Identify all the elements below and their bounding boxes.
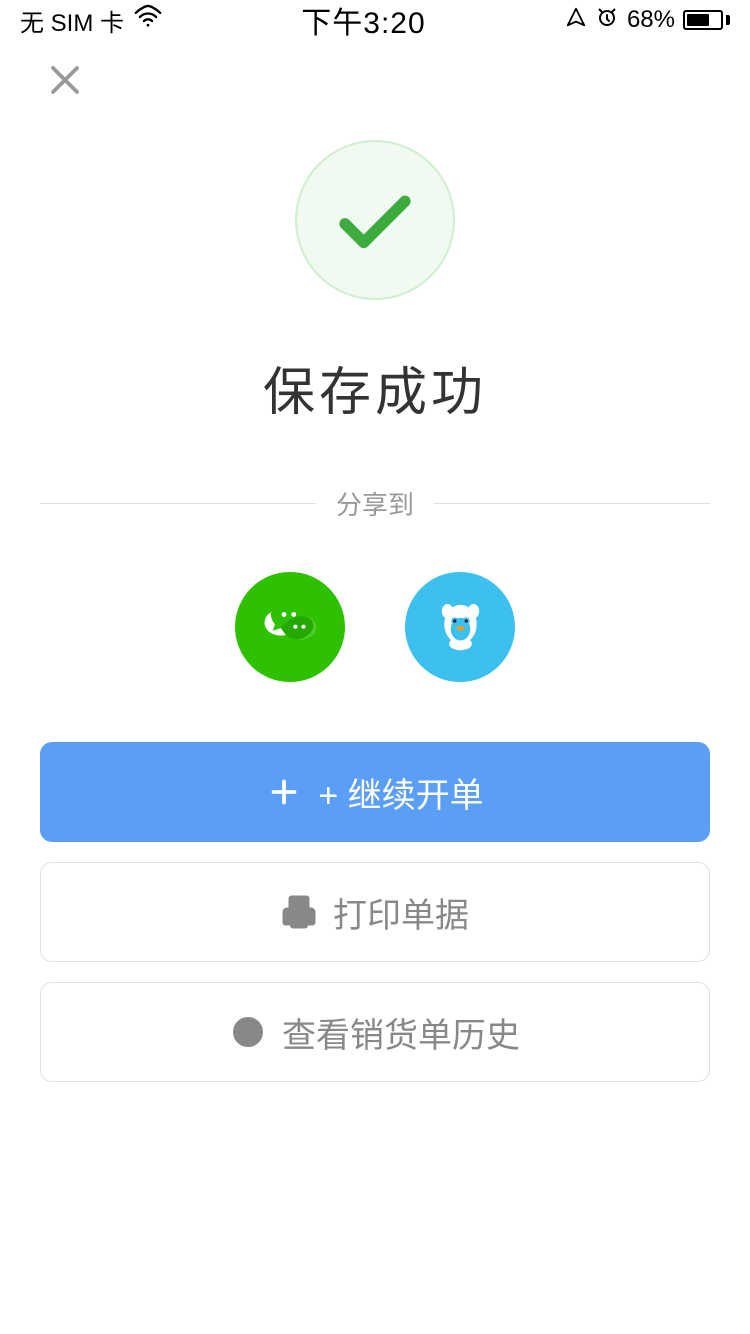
share-divider: 分享到 bbox=[40, 485, 710, 522]
battery-percentage: 68% bbox=[627, 6, 675, 34]
close-button[interactable] bbox=[40, 55, 90, 105]
history-button[interactable]: 查看销货单历史 bbox=[40, 982, 710, 1082]
divider-line-left bbox=[40, 503, 316, 504]
continue-button[interactable]: + 继续开单 bbox=[40, 742, 710, 842]
share-wechat-button[interactable] bbox=[235, 572, 345, 682]
checkmark-icon bbox=[330, 175, 420, 265]
location-icon bbox=[565, 6, 587, 35]
success-title: 保存成功 bbox=[263, 350, 487, 425]
print-label: 打印单据 bbox=[333, 888, 469, 937]
share-section: 分享到 bbox=[0, 485, 750, 682]
main-content: 保存成功 分享到 bbox=[0, 40, 750, 1082]
continue-label: + 继续开单 bbox=[318, 768, 483, 817]
history-label: 查看销货单历史 bbox=[282, 1008, 520, 1057]
print-button[interactable]: 打印单据 bbox=[40, 862, 710, 962]
printer-icon bbox=[281, 894, 317, 930]
status-left: 无 SIM 卡 bbox=[20, 3, 162, 38]
success-icon-wrapper bbox=[295, 140, 455, 300]
divider-line-right bbox=[434, 503, 710, 504]
status-bar: 无 SIM 卡 下午3:20 68% bbox=[0, 0, 750, 40]
plus-icon bbox=[266, 774, 302, 810]
history-icon bbox=[230, 1014, 266, 1050]
alarm-icon bbox=[595, 5, 619, 36]
share-qq-button[interactable] bbox=[405, 572, 515, 682]
share-buttons bbox=[40, 572, 710, 682]
share-label: 分享到 bbox=[336, 485, 414, 522]
signal-text: 无 SIM 卡 bbox=[20, 3, 124, 38]
wifi-icon bbox=[134, 3, 162, 38]
status-right: 68% bbox=[565, 5, 730, 36]
qq-icon bbox=[428, 595, 493, 660]
status-time: 下午3:20 bbox=[301, 0, 425, 42]
action-buttons: + 继续开单 打印单据 查看销货单历史 bbox=[0, 742, 750, 1082]
battery-icon bbox=[683, 10, 730, 30]
wechat-icon bbox=[258, 595, 323, 660]
